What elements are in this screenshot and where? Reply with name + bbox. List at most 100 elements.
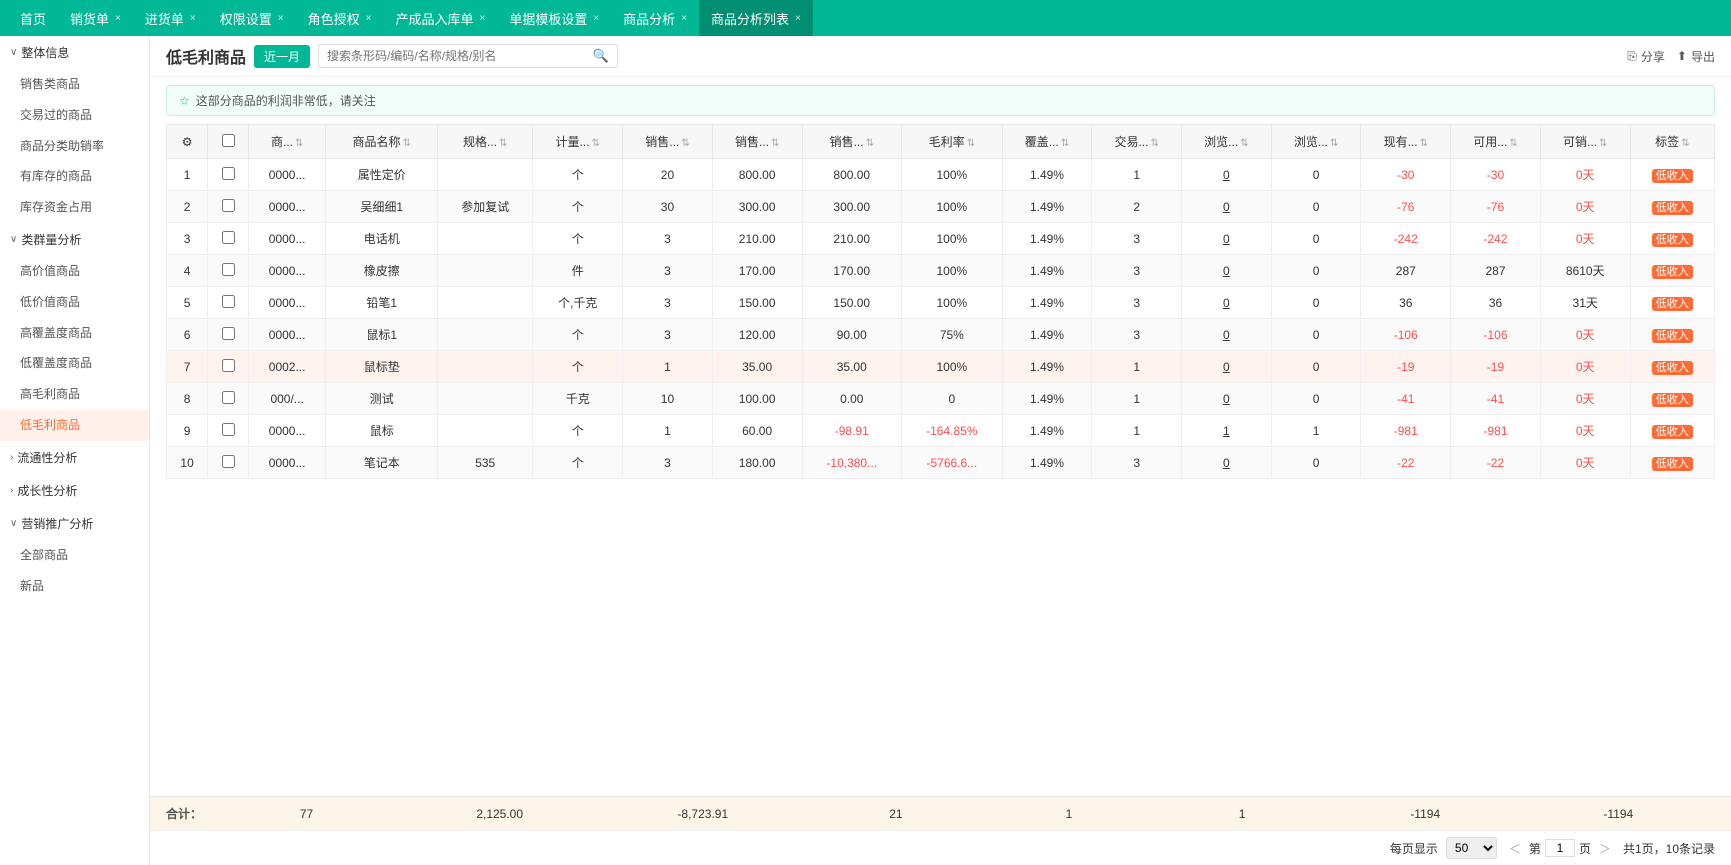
col-current-stock[interactable]: 现有...⇅ [1361, 125, 1451, 159]
row-checkbox[interactable] [222, 455, 235, 468]
col-unit[interactable]: 计量...⇅ [533, 125, 623, 159]
sidebar-item-traded-goods[interactable]: 交易过的商品 [0, 100, 149, 131]
row-tag: 低收入 [1630, 287, 1714, 319]
row-views1[interactable]: 0 [1182, 223, 1272, 255]
col-sales-profit[interactable]: 销售...⇅ [802, 125, 902, 159]
export-button[interactable]: ⬆ 导出 [1677, 48, 1715, 65]
nav-item-permissions[interactable]: 权限设置 × [208, 0, 296, 36]
sidebar-item-low-value[interactable]: 低价值商品 [0, 287, 149, 318]
sidebar-section-growth[interactable]: › 成长性分析 [0, 474, 149, 507]
filter-recent-month-button[interactable]: 近一月 [254, 45, 310, 68]
col-tag[interactable]: 标签⇅ [1630, 125, 1714, 159]
close-icon[interactable]: × [190, 13, 196, 24]
row-checkbox[interactable] [222, 327, 235, 340]
sidebar-item-new-goods[interactable]: 新品 [0, 571, 149, 602]
col-sales-amount[interactable]: 销售...⇅ [712, 125, 802, 159]
nav-item-analysis-list[interactable]: 商品分析列表 × [699, 0, 813, 36]
col-spec[interactable]: 规格...⇅ [438, 125, 533, 159]
sidebar-item-capital[interactable]: 库存资金占用 [0, 192, 149, 223]
row-views1[interactable]: 1 [1182, 415, 1272, 447]
row-no: 1 [167, 159, 208, 191]
row-code: 0000... [248, 319, 326, 351]
pagination-bar: 每页显示 50 100 200 ＜ 第 页 ＞ 共1页，10条记录 [150, 830, 1731, 865]
sidebar-section-marketing[interactable]: ∨ 营销推广分析 [0, 507, 149, 540]
col-transaction[interactable]: 交易...⇅ [1092, 125, 1182, 159]
page-size-select[interactable]: 50 100 200 [1446, 837, 1497, 859]
row-sales-amount: 800.00 [712, 159, 802, 191]
row-views1[interactable]: 0 [1182, 447, 1272, 479]
row-checkbox[interactable] [222, 263, 235, 276]
close-icon[interactable]: × [278, 13, 284, 24]
nav-item-sales[interactable]: 销货单 × [58, 0, 133, 36]
nav-item-product-in[interactable]: 产成品入库单 × [383, 0, 497, 36]
row-views1[interactable]: 0 [1182, 319, 1272, 351]
sidebar-item-instock-goods[interactable]: 有库存的商品 [0, 161, 149, 192]
share-icon: ⎘ [1627, 49, 1637, 64]
nav-item-template[interactable]: 单据模板设置 × [497, 0, 611, 36]
close-icon[interactable]: × [366, 13, 372, 24]
search-icon[interactable]: 🔍 [593, 48, 609, 64]
row-checkbox[interactable] [222, 391, 235, 404]
sidebar-item-all-goods[interactable]: 全部商品 [0, 540, 149, 571]
row-transaction: 1 [1092, 415, 1182, 447]
col-available-stock[interactable]: 可用...⇅ [1451, 125, 1541, 159]
close-icon[interactable]: × [795, 13, 801, 24]
row-views2: 0 [1271, 447, 1361, 479]
page-number-input[interactable] [1545, 839, 1575, 857]
table-footer: 合计： 77 2,125.00 -8,723.91 21 1 1 -1194 -… [150, 796, 1731, 830]
col-views1[interactable]: 浏览...⇅ [1182, 125, 1272, 159]
row-checkbox[interactable] [222, 359, 235, 372]
row-unit: 个 [533, 415, 623, 447]
sidebar-section-cluster[interactable]: ∨ 类群量分析 [0, 223, 149, 256]
col-coverage[interactable]: 覆盖...⇅ [1002, 125, 1092, 159]
row-tag: 低收入 [1630, 415, 1714, 447]
sidebar-item-high-coverage[interactable]: 高覆盖度商品 [0, 318, 149, 349]
row-available-stock: -242 [1451, 223, 1541, 255]
nav-item-roles[interactable]: 角色授权 × [296, 0, 384, 36]
row-checkbox[interactable] [222, 199, 235, 212]
sidebar-item-low-coverage[interactable]: 低覆盖度商品 [0, 348, 149, 379]
select-all-checkbox[interactable] [222, 134, 235, 147]
row-gross-margin: 100% [902, 191, 1003, 223]
sidebar-item-category-rate[interactable]: 商品分类助销率 [0, 131, 149, 162]
sidebar-item-sales-goods[interactable]: 销售类商品 [0, 69, 149, 100]
col-checkbox[interactable] [208, 125, 249, 159]
sidebar-item-high-margin[interactable]: 高毛利商品 [0, 379, 149, 410]
prev-page-button[interactable]: ＜ [1505, 838, 1525, 859]
close-icon[interactable]: × [681, 13, 687, 24]
row-checkbox[interactable] [222, 231, 235, 244]
col-sales-qty[interactable]: 销售...⇅ [623, 125, 713, 159]
nav-item-home[interactable]: 首页 [8, 0, 58, 36]
close-icon[interactable]: × [479, 13, 485, 24]
share-button[interactable]: ⎘ 分享 [1627, 48, 1665, 65]
sidebar-item-high-value[interactable]: 高价值商品 [0, 256, 149, 287]
row-views1[interactable]: 0 [1182, 287, 1272, 319]
next-page-button[interactable]: ＞ [1595, 838, 1615, 859]
row-views1[interactable]: 0 [1182, 255, 1272, 287]
row-views1[interactable]: 0 [1182, 159, 1272, 191]
col-name[interactable]: 商品名称⇅ [326, 125, 438, 159]
table-row: 10 0000... 笔记本 535 个 3 180.00 -10,380...… [167, 447, 1715, 479]
col-saleable-days[interactable]: 可销...⇅ [1540, 125, 1630, 159]
sidebar-section-circulation[interactable]: › 流通性分析 [0, 441, 149, 474]
col-code[interactable]: 商...⇅ [248, 125, 326, 159]
close-icon[interactable]: × [115, 13, 121, 24]
sidebar-item-low-margin[interactable]: 低毛利商品 [0, 410, 149, 441]
row-views1[interactable]: 0 [1182, 383, 1272, 415]
col-settings[interactable]: ⚙ [167, 125, 208, 159]
row-current-stock: -22 [1361, 447, 1451, 479]
col-views2[interactable]: 浏览...⇅ [1271, 125, 1361, 159]
sidebar-section-overall[interactable]: ∨ 整体信息 [0, 36, 149, 69]
row-sales-qty: 3 [623, 447, 713, 479]
nav-item-purchase[interactable]: 进货单 × [133, 0, 208, 36]
search-input[interactable] [327, 49, 593, 63]
row-checkbox[interactable] [222, 423, 235, 436]
close-icon[interactable]: × [593, 13, 599, 24]
col-gross-margin[interactable]: 毛利率⇅ [902, 125, 1003, 159]
row-checkbox[interactable] [222, 167, 235, 180]
nav-item-analysis[interactable]: 商品分析 × [611, 0, 699, 36]
row-views1[interactable]: 0 [1182, 351, 1272, 383]
row-checkbox[interactable] [222, 295, 235, 308]
row-sales-qty: 1 [623, 415, 713, 447]
row-views1[interactable]: 0 [1182, 191, 1272, 223]
